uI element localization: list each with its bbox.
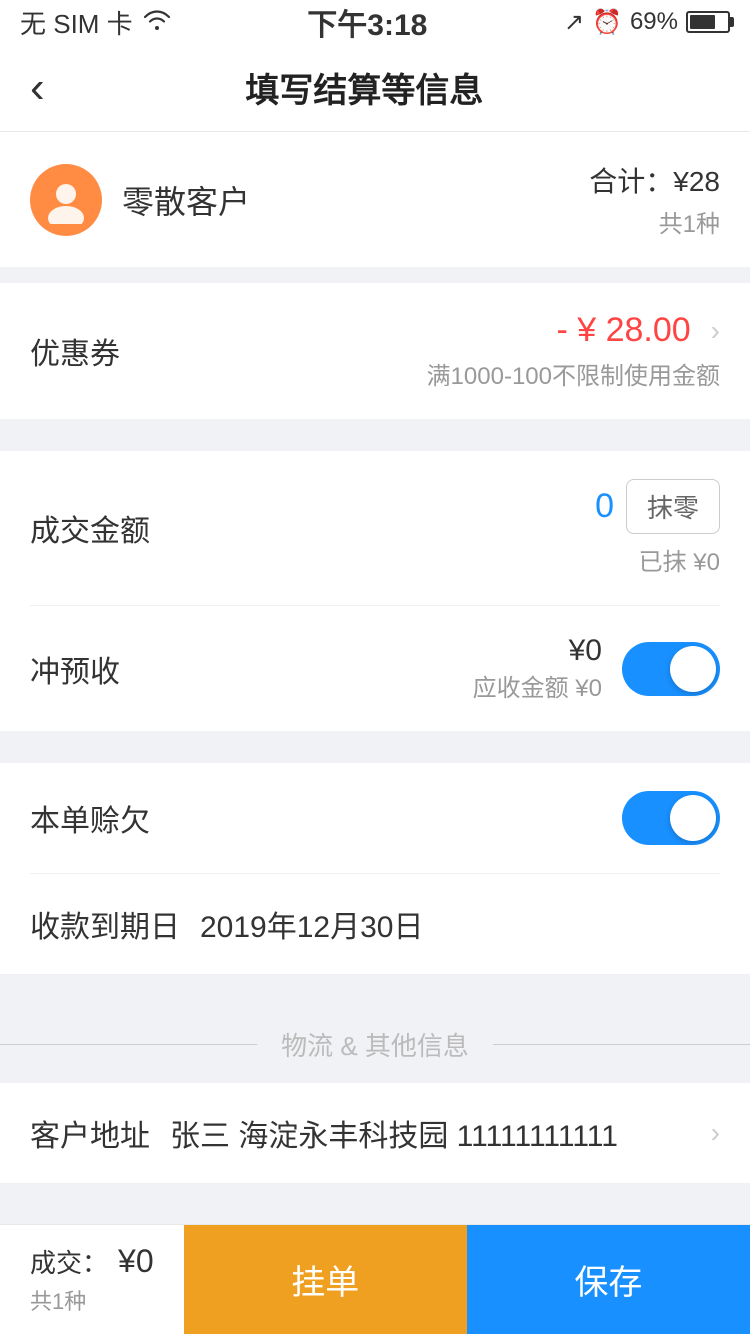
battery-percent: 69% bbox=[630, 8, 678, 36]
address-label: 客户地址 bbox=[30, 1111, 150, 1155]
total-amount: 合计：¥28 bbox=[589, 160, 720, 200]
pre-receive-label: 冲预收 bbox=[30, 647, 120, 691]
debit-label: 本单赊欠 bbox=[30, 796, 150, 840]
coupon-right: - ¥ 28.00 › 满1000-100不限制使用金额 bbox=[427, 311, 720, 391]
transaction-value[interactable]: 0 bbox=[554, 487, 614, 526]
address-row[interactable]: 客户地址 张三 海淀永丰科技园 11111111111 › bbox=[0, 1083, 750, 1183]
section-divider-3 bbox=[0, 990, 750, 1006]
bottom-info: 成交： ¥0 共1种 bbox=[0, 1243, 184, 1316]
receivable-text: 应收金额 ¥0 bbox=[473, 668, 602, 703]
customer-left: 零散客户 bbox=[30, 164, 250, 236]
page-title: 填写结算等信息 bbox=[65, 63, 664, 112]
debit-section: 本单赊欠 收款到期日 2019年12月30日 bbox=[0, 763, 750, 974]
location-icon: ↗ bbox=[564, 8, 584, 37]
time-text: 下午3:18 bbox=[307, 0, 427, 44]
customer-row: 零散客户 合计：¥28 共1种 bbox=[0, 132, 750, 267]
status-bar: 无 SIM 卡 下午3:18 ↗ ⏰ 69% bbox=[0, 0, 750, 44]
battery-icon bbox=[686, 11, 730, 33]
alarm-icon: ⏰ bbox=[592, 8, 622, 37]
transaction-row: 成交金额 0 抹零 已抹 ¥0 bbox=[0, 451, 750, 605]
pre-amount: ¥0 bbox=[473, 634, 602, 668]
save-button[interactable]: 保存 bbox=[467, 1225, 750, 1334]
customer-total: 合计：¥28 共1种 bbox=[589, 160, 720, 239]
section-divider-2 bbox=[0, 747, 750, 763]
pre-receive-toggle[interactable] bbox=[622, 642, 720, 696]
debit-toggle-knob bbox=[670, 795, 716, 841]
section-divider-1 bbox=[0, 435, 750, 451]
logistics-divider: 物流 & 其他信息 bbox=[0, 1006, 750, 1083]
carrier-text: 无 SIM 卡 bbox=[20, 4, 133, 41]
due-date-value: 2019年12月30日 bbox=[200, 902, 423, 946]
address-section: 客户地址 张三 海淀永丰科技园 11111111111 › bbox=[0, 1083, 750, 1183]
pre-receive-row: 冲预收 ¥0 应收金额 ¥0 bbox=[0, 606, 750, 731]
coupon-description: 满1000-100不限制使用金额 bbox=[427, 356, 720, 391]
due-date-label: 收款到期日 bbox=[30, 902, 180, 946]
coupon-row[interactable]: 优惠券 - ¥ 28.00 › 满1000-100不限制使用金额 bbox=[0, 283, 750, 419]
coupon-label: 优惠券 bbox=[30, 329, 120, 373]
debit-toggle[interactable] bbox=[622, 791, 720, 845]
toggle-knob bbox=[670, 646, 716, 692]
bottom-transaction-amount: ¥0 bbox=[118, 1243, 154, 1280]
customer-name: 零散客户 bbox=[122, 177, 250, 223]
round-zero-button[interactable]: 抹零 bbox=[626, 479, 720, 534]
bottom-transaction-label: 成交： bbox=[30, 1243, 108, 1280]
hang-button[interactable]: 挂单 bbox=[184, 1225, 467, 1334]
status-left: 无 SIM 卡 bbox=[20, 4, 171, 41]
address-value: 张三 海淀永丰科技园 11111111111 bbox=[170, 1111, 711, 1155]
divider-line-right bbox=[493, 1044, 750, 1045]
already-rounded-text: 已抹 ¥0 bbox=[639, 542, 720, 577]
bottom-bar: 成交： ¥0 共1种 挂单 保存 bbox=[0, 1224, 750, 1334]
address-chevron-icon: › bbox=[711, 1117, 720, 1149]
coupon-amount: - ¥ 28.00 bbox=[556, 311, 690, 350]
transaction-label: 成交金额 bbox=[30, 506, 150, 550]
pre-receive-amounts: ¥0 应收金额 ¥0 bbox=[473, 634, 602, 703]
customer-section: 零散客户 合计：¥28 共1种 bbox=[0, 132, 750, 267]
logistics-label: 物流 & 其他信息 bbox=[257, 1026, 493, 1063]
debit-row: 本单赊欠 bbox=[0, 763, 750, 873]
avatar bbox=[30, 164, 102, 236]
status-right: ↗ ⏰ 69% bbox=[564, 8, 730, 37]
due-date-row: 收款到期日 2019年12月30日 bbox=[0, 874, 750, 974]
back-button[interactable]: ‹ bbox=[30, 63, 45, 113]
save-button-label: 保存 bbox=[574, 1255, 642, 1304]
transaction-section: 成交金额 0 抹零 已抹 ¥0 冲预收 ¥0 应收金额 ¥0 bbox=[0, 451, 750, 731]
divider-line-left bbox=[0, 1044, 257, 1045]
coupon-section: 优惠券 - ¥ 28.00 › 满1000-100不限制使用金额 bbox=[0, 283, 750, 419]
bottom-items: 共1种 bbox=[30, 1284, 154, 1316]
chevron-right-icon: › bbox=[711, 315, 720, 347]
item-count: 共1种 bbox=[589, 204, 720, 239]
hang-button-label: 挂单 bbox=[291, 1255, 359, 1304]
pre-receive-right: ¥0 应收金额 ¥0 bbox=[473, 634, 720, 703]
bottom-transaction: 成交： ¥0 bbox=[30, 1243, 154, 1280]
nav-bar: ‹ 填写结算等信息 bbox=[0, 44, 750, 132]
wifi-icon bbox=[143, 8, 171, 36]
